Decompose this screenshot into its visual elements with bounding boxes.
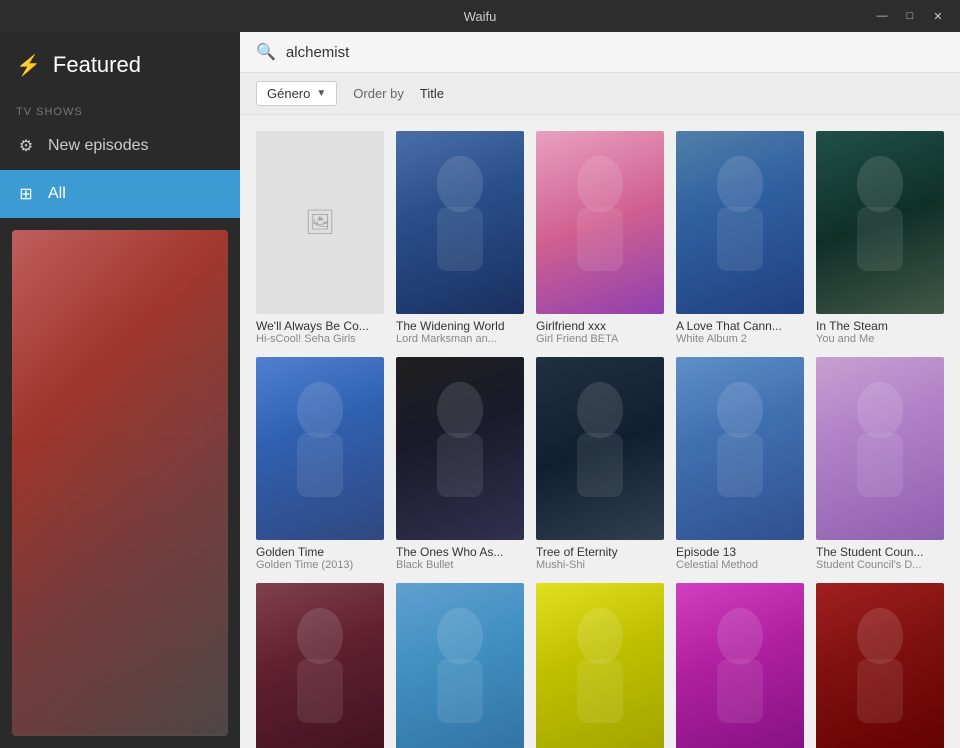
grid-title-10: The Student Coun... [816,545,944,559]
grid-title-6: Golden Time [256,545,384,559]
sidebar-item-all[interactable]: ⊞ All [0,170,240,218]
grid-title-2: The Widening World [396,319,524,333]
cover-art-11 [256,583,384,748]
genre-dropdown[interactable]: Género ▼ [256,81,337,106]
grid-item-15[interactable] [816,583,944,748]
grid-subtitle-6: Golden Time (2013) [256,559,384,571]
grid-thumb-3 [536,131,664,314]
grid-title-3: Girlfriend xxx [536,319,664,333]
sidebar-item-new-episodes[interactable]: ⚙ New episodes [0,122,240,170]
anime-grid: 🖼 We'll Always Be Co...Hi-sCool! Seha Gir… [256,131,944,748]
broken-image-icon: 🖼 [256,131,384,314]
grid-thumb-13 [536,583,664,748]
grid-thumb-1: 🖼 [256,131,384,314]
cover-art-13 [536,583,664,748]
grid-thumb-5 [816,131,944,314]
grid-item-5[interactable]: In The SteamYou and Me [816,131,944,345]
grid-title-7: The Ones Who As... [396,545,524,559]
grid-icon: ⊞ [16,184,36,204]
grid-thumb-4 [676,131,804,314]
order-by-value: Title [420,86,444,101]
grid-title-8: Tree of Eternity [536,545,664,559]
window-controls: — □ ✕ [872,6,948,26]
cover-art-12 [396,583,524,748]
grid-item-10[interactable]: The Student Coun...Student Council's D..… [816,357,944,571]
cover-art-5 [816,131,944,314]
cover-art-9 [676,357,804,540]
minimize-button[interactable]: — [872,6,892,26]
main-layout: ⚡ Featured TV SHOWS ⚙ New episodes ⊞ All… [0,32,960,748]
grid-thumb-14 [676,583,804,748]
grid-title-9: Episode 13 [676,545,804,559]
cover-art-4 [676,131,804,314]
sidebar-thumbnail [12,230,228,736]
grid-container: 🖼 We'll Always Be Co...Hi-sCool! Seha Gir… [240,115,960,748]
grid-item-9[interactable]: Episode 13Celestial Method [676,357,804,571]
grid-thumb-10 [816,357,944,540]
grid-item-12[interactable] [396,583,524,748]
genre-label: Género [267,86,310,101]
search-icon: 🔍 [256,42,276,62]
app-title: Waifu [464,9,497,24]
cover-art-15 [816,583,944,748]
grid-thumb-7 [396,357,524,540]
search-bar: 🔍 [240,32,960,73]
maximize-button[interactable]: □ [900,6,920,26]
cover-art-8 [536,357,664,540]
grid-item-6[interactable]: Golden TimeGolden Time (2013) [256,357,384,571]
grid-item-8[interactable]: Tree of EternityMushi-Shi [536,357,664,571]
cover-art-14 [676,583,804,748]
gear-icon: ⚙ [16,136,36,156]
title-bar: Waifu — □ ✕ [0,0,960,32]
grid-thumb-15 [816,583,944,748]
grid-subtitle-10: Student Council's D... [816,559,944,571]
grid-thumb-11 [256,583,384,748]
grid-subtitle-8: Mushi-Shi [536,559,664,571]
grid-item-14[interactable] [676,583,804,748]
grid-subtitle-7: Black Bullet [396,559,524,571]
sidebar: ⚡ Featured TV SHOWS ⚙ New episodes ⊞ All [0,32,240,748]
cover-art-6 [256,357,384,540]
grid-thumb-6 [256,357,384,540]
grid-thumb-12 [396,583,524,748]
grid-title-1: We'll Always Be Co... [256,319,384,333]
cover-art-3 [536,131,664,314]
search-input[interactable] [286,44,944,61]
new-episodes-label: New episodes [48,137,149,155]
grid-item-4[interactable]: A Love That Cann...White Album 2 [676,131,804,345]
grid-thumb-8 [536,357,664,540]
tv-shows-section: TV SHOWS [0,98,240,122]
cover-art-7 [396,357,524,540]
grid-item-7[interactable]: The Ones Who As...Black Bullet [396,357,524,571]
lightning-icon: ⚡ [16,53,41,78]
order-by-label: Order by [353,86,404,101]
grid-thumb-9 [676,357,804,540]
grid-subtitle-2: Lord Marksman an... [396,333,524,345]
grid-item-2[interactable]: The Widening WorldLord Marksman an... [396,131,524,345]
content-area: 🔍 Género ▼ Order by Title 🖼 We'll Always … [240,32,960,748]
filter-bar: Género ▼ Order by Title [240,73,960,115]
all-label: All [48,185,66,203]
grid-subtitle-9: Celestial Method [676,559,804,571]
grid-item-1[interactable]: 🖼 We'll Always Be Co...Hi-sCool! Seha Gir… [256,131,384,345]
chevron-down-icon: ▼ [316,88,326,99]
grid-subtitle-4: White Album 2 [676,333,804,345]
grid-subtitle-5: You and Me [816,333,944,345]
grid-subtitle-1: Hi-sCool! Seha Girls [256,333,384,345]
grid-thumb-2 [396,131,524,314]
grid-title-5: In The Steam [816,319,944,333]
grid-title-4: A Love That Cann... [676,319,804,333]
sidebar-item-featured[interactable]: ⚡ Featured [0,32,240,98]
cover-art-2 [396,131,524,314]
featured-label: Featured [53,52,141,78]
grid-subtitle-3: Girl Friend BETA [536,333,664,345]
cover-art-1: 🖼 [256,131,384,314]
cover-art-10 [816,357,944,540]
grid-item-11[interactable] [256,583,384,748]
grid-item-3[interactable]: Girlfriend xxxGirl Friend BETA [536,131,664,345]
grid-item-13[interactable] [536,583,664,748]
close-button[interactable]: ✕ [928,6,948,26]
